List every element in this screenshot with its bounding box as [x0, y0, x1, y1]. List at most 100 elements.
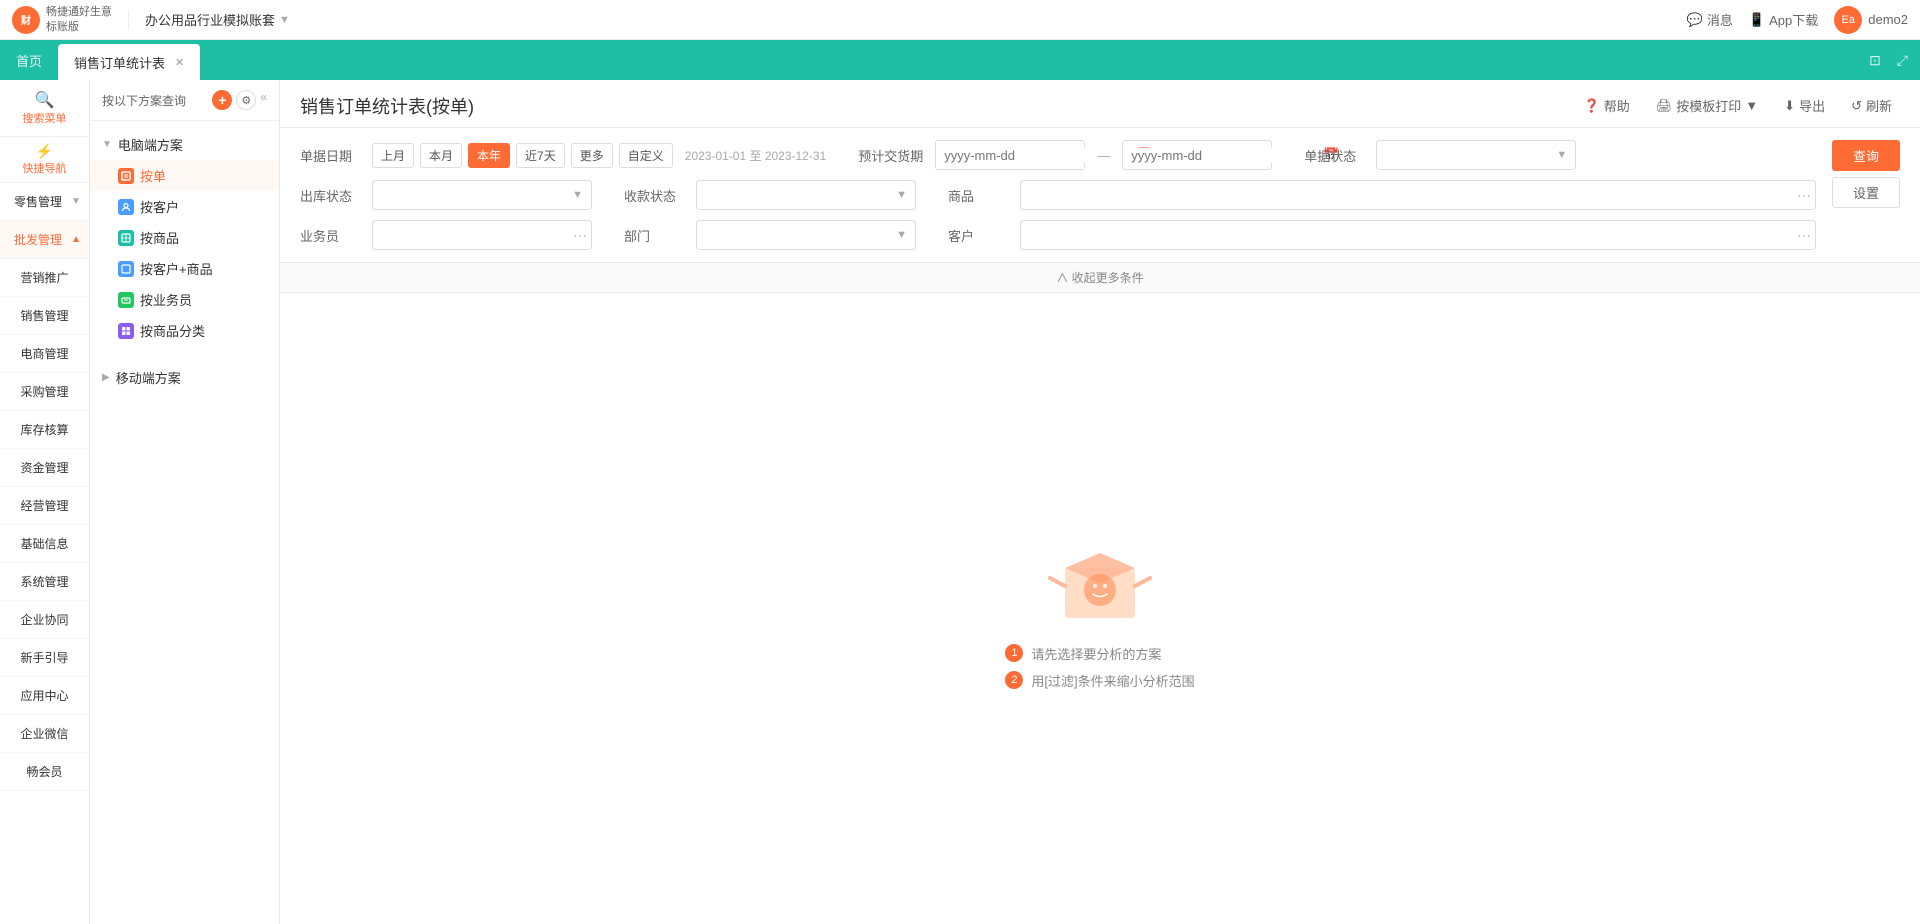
top-header-right: 💬 消息 📱 App下载 Ea demo2: [1687, 6, 1908, 34]
goods-label: 商品: [948, 186, 1008, 205]
sidebar-item-purchase[interactable]: 采购管理: [0, 373, 89, 411]
tab-maximize-icon[interactable]: ⤢: [1893, 48, 1912, 73]
date-btn-custom[interactable]: 自定义: [619, 143, 673, 168]
help-icon: ❓: [1584, 98, 1600, 114]
goods-more-icon[interactable]: ···: [1793, 187, 1815, 203]
message-button[interactable]: 💬 消息: [1687, 10, 1733, 29]
empty-tips: 1 请先选择要分析的方案 2 用[过滤]条件来缩小分析范围: [1005, 644, 1194, 690]
tab-sales-order-stats[interactable]: 销售订单统计表 ✕: [58, 44, 200, 80]
home-tab-label: 首页: [16, 51, 42, 70]
tree-label-by-salesman: 按业务员: [140, 290, 192, 309]
expected-delivery-end-input[interactable]: [1123, 148, 1315, 163]
top-title[interactable]: 办公用品行业模拟账套 ▼: [145, 10, 290, 29]
sidebar-item-finance[interactable]: 资金管理: [0, 449, 89, 487]
export-button[interactable]: ⬇ 导出: [1776, 92, 1833, 119]
customer-input-group: ···: [1020, 220, 1816, 250]
tree-label-by-order: 按单: [140, 166, 166, 185]
tree-chevron-pc: ▼: [102, 139, 112, 150]
customer-more-icon[interactable]: ···: [1793, 227, 1815, 243]
sidebar-item-retail[interactable]: 零售管理 ▼: [0, 183, 89, 221]
top-header: 财 畅捷通好生意 标账版 办公用品行业模拟账套 ▼ 💬 消息 📱 App下载 E…: [0, 0, 1920, 40]
expected-delivery-start: 📅: [935, 140, 1085, 170]
order-status-label: 单据状态: [1304, 146, 1364, 165]
filter-row-2: 出库状态 ▼ 收款状态 ▼ 商品: [300, 180, 1816, 210]
sidebar-item-sales[interactable]: 销售管理: [0, 297, 89, 335]
order-status-select[interactable]: ▼: [1376, 140, 1576, 170]
sidebar-item-system[interactable]: 系统管理: [0, 563, 89, 601]
svg-text:财: 财: [20, 14, 31, 27]
tree-section-mobile: ▶ 移动端方案: [90, 354, 279, 401]
payment-status-select[interactable]: ▼: [696, 180, 916, 210]
department-dropdown-icon: ▼: [896, 229, 907, 241]
app-download-button[interactable]: 📱 App下载: [1749, 10, 1818, 29]
salesman-input[interactable]: [373, 228, 569, 243]
message-icon: 💬: [1687, 12, 1703, 28]
print-button[interactable]: 🖨 按模板打印 ▼: [1648, 92, 1766, 119]
sidebar-item-appstore[interactable]: 应用中心: [0, 677, 89, 715]
sidebar-quick-nav[interactable]: ⚡ 快捷导航: [0, 137, 89, 183]
ship-status-dropdown-icon: ▼: [572, 189, 583, 201]
date-btn-this-year[interactable]: 本年: [468, 143, 510, 168]
department-label: 部门: [624, 226, 684, 245]
date-btn-last-month[interactable]: 上月: [372, 143, 414, 168]
panel-header-label: 按以下方案查询: [102, 92, 186, 109]
sidebar-item-marketing[interactable]: 营销推广: [0, 259, 89, 297]
collapse-label: 收起更多条件: [1072, 271, 1144, 285]
date-btn-this-month[interactable]: 本月: [420, 143, 462, 168]
panel-collapse-button[interactable]: «: [260, 90, 267, 110]
query-buttons: 查询 设置: [1832, 140, 1900, 208]
right-panel: 销售订单统计表(按单) ❓ 帮助 🖨 按模板打印 ▼ ⬇: [280, 80, 1920, 924]
date-btn-more[interactable]: 更多: [571, 143, 613, 168]
page-header: 销售订单统计表(按单) ❓ 帮助 🖨 按模板打印 ▼ ⬇: [280, 80, 1920, 128]
content-area: 按以下方案查询 + ⚙ « ▼ 电脑端方案 按单: [90, 80, 1920, 924]
tab-home[interactable]: 首页: [0, 40, 58, 80]
sidebar-item-newbie[interactable]: 新手引导: [0, 639, 89, 677]
tree-chevron-mobile: ▶: [102, 372, 110, 383]
sidebar-item-operation[interactable]: 经营管理: [0, 487, 89, 525]
tree-child-by-customer[interactable]: 按客户: [90, 191, 279, 222]
date-filter-label: 单据日期: [300, 146, 360, 165]
sidebar-search[interactable]: 🔍 搜索菜单: [0, 80, 89, 137]
empty-tip-2: 2 用[过滤]条件来缩小分析范围: [1005, 671, 1194, 690]
tree-child-by-order[interactable]: 按单: [90, 160, 279, 191]
sidebar-item-inventory[interactable]: 库存核算: [0, 411, 89, 449]
department-select[interactable]: ▼: [696, 220, 916, 250]
filter-area: 单据日期 上月 本月 本年 近7天 更多 自定义 2023-01-01 至 20…: [280, 128, 1920, 263]
sidebar-item-enterprise[interactable]: 企业协同: [0, 601, 89, 639]
customer-input[interactable]: [1021, 228, 1793, 243]
top-header-left: 财 畅捷通好生意 标账版 办公用品行业模拟账套 ▼: [12, 5, 290, 34]
ship-status-select[interactable]: ▼: [372, 180, 592, 210]
tab-minimize-icon[interactable]: ⊡: [1865, 48, 1885, 73]
tab-close-icon[interactable]: ✕: [175, 56, 184, 69]
query-button[interactable]: 查询: [1832, 140, 1900, 171]
tree-parent-mobile[interactable]: ▶ 移动端方案: [90, 362, 279, 393]
refresh-button[interactable]: ↺ 刷新: [1843, 92, 1900, 119]
tree-child-by-goods[interactable]: 按商品: [90, 222, 279, 253]
sidebar-item-member[interactable]: 畅会员: [0, 753, 89, 791]
tree-child-by-customer-goods[interactable]: 按客户+商品: [90, 253, 279, 284]
tip-text-1: 请先选择要分析的方案: [1031, 644, 1161, 663]
sidebar-item-wholesale[interactable]: 批发管理 ▲: [0, 221, 89, 259]
panel-add-button[interactable]: +: [212, 90, 232, 110]
left-panel: 按以下方案查询 + ⚙ « ▼ 电脑端方案 按单: [90, 80, 280, 924]
logo-text: 畅捷通好生意 标账版: [46, 5, 112, 34]
salesman-more-icon[interactable]: ···: [569, 227, 591, 243]
user-area[interactable]: Ea demo2: [1834, 6, 1908, 34]
order-status-dropdown-icon: ▼: [1556, 149, 1567, 161]
sidebar-item-basic[interactable]: 基础信息: [0, 525, 89, 563]
collapse-bar[interactable]: ∧ 收起更多条件: [280, 263, 1920, 293]
tree-label-by-customer: 按客户: [140, 197, 179, 216]
sidebar-item-ecommerce[interactable]: 电商管理: [0, 335, 89, 373]
sidebar-item-wechat[interactable]: 企业微信: [0, 715, 89, 753]
tree-child-by-category[interactable]: 按商品分类: [90, 315, 279, 346]
logo-icon: 财: [12, 6, 40, 34]
tip-number-1: 1: [1005, 644, 1023, 662]
tree-child-by-salesman[interactable]: 按业务员: [90, 284, 279, 315]
date-btn-last-7-days[interactable]: 近7天: [516, 143, 565, 168]
goods-input[interactable]: [1021, 188, 1793, 203]
panel-settings-button[interactable]: ⚙: [236, 90, 256, 110]
filter-settings-button[interactable]: 设置: [1832, 177, 1900, 208]
tree-parent-pc[interactable]: ▼ 电脑端方案: [90, 129, 279, 160]
help-button[interactable]: ❓ 帮助: [1576, 92, 1638, 119]
ship-status-label: 出库状态: [300, 186, 360, 205]
